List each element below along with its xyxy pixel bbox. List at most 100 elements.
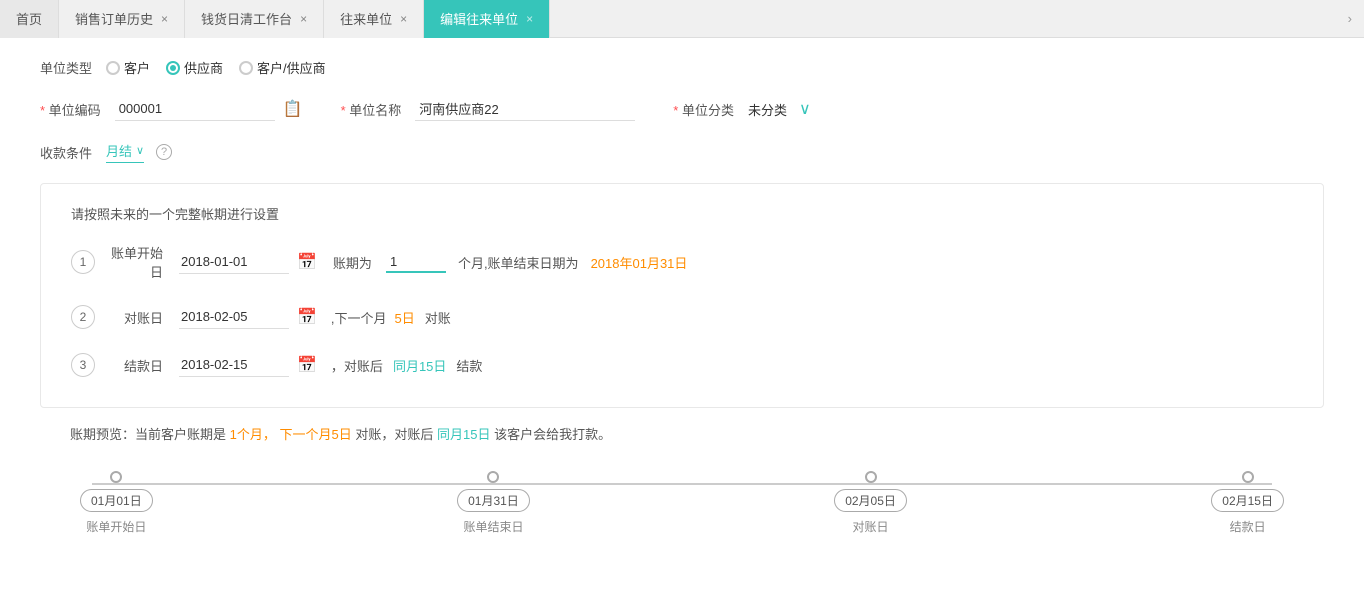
payment-chevron-icon: ∨ bbox=[136, 144, 144, 157]
unit-code-icon[interactable]: 📋 bbox=[283, 99, 303, 119]
radio-supplier[interactable]: 供应商 bbox=[166, 58, 223, 77]
timeline-point-0: 01月01日 账单开始日 bbox=[80, 471, 153, 535]
period-date-2[interactable] bbox=[179, 305, 289, 329]
period-date-3[interactable] bbox=[179, 353, 289, 377]
unit-type-radio-group: 客户 供应商 客户/供应商 bbox=[106, 58, 326, 77]
timeline-dot-1 bbox=[487, 471, 499, 483]
unit-name-label: 单位名称 bbox=[341, 100, 402, 119]
calendar-icon-3[interactable]: 📅 bbox=[297, 355, 317, 375]
unit-name-input[interactable] bbox=[415, 97, 635, 121]
calendar-icon-1[interactable]: 📅 bbox=[297, 252, 317, 272]
period-row3-highlight: 同月15日 bbox=[393, 356, 446, 375]
period-label-2: 对账日 bbox=[103, 308, 163, 327]
period-label-3: 结款日 bbox=[103, 356, 163, 375]
period-row3-before: ，对账后 bbox=[331, 356, 383, 375]
unit-category-label: 单位分类 bbox=[673, 100, 734, 119]
period-months-input[interactable] bbox=[386, 252, 446, 273]
main-content: 单位类型 客户 供应商 客户/供应商 单位编码 📋 单位名称 bbox=[0, 38, 1364, 608]
timeline-label-1: 账单结束日 bbox=[463, 518, 523, 535]
unit-category-group: 单位分类 未分类 ∨ bbox=[673, 99, 810, 119]
unit-code-group: 单位编码 📋 bbox=[40, 97, 303, 121]
unit-type-label: 单位类型 bbox=[40, 58, 92, 77]
tab-partner-label: 往来单位 bbox=[340, 9, 392, 28]
timeline-label-2: 对账日 bbox=[853, 518, 889, 535]
timeline-point-3: 02月15日 结款日 bbox=[1211, 471, 1284, 535]
unit-category-value: 未分类 bbox=[748, 100, 787, 119]
unit-category-chevron[interactable]: ∨ bbox=[799, 99, 811, 119]
period-row3-after: 结款 bbox=[456, 356, 482, 375]
payment-select[interactable]: 月结 ∨ bbox=[106, 141, 144, 163]
tab-partner-close[interactable]: × bbox=[400, 12, 407, 26]
tab-cash-work-label: 钱货日清工作台 bbox=[201, 9, 292, 28]
tab-edit-partner[interactable]: 编辑往来单位 × bbox=[424, 0, 550, 38]
period-label-1: 账单开始日 bbox=[103, 243, 163, 281]
timeline-dot-3 bbox=[1242, 471, 1254, 483]
period-row-2: 2 对账日 📅 ,下一个月 5日 对账 bbox=[71, 305, 1293, 329]
payment-value: 月结 bbox=[106, 141, 132, 160]
radio-supplier-label: 供应商 bbox=[184, 58, 223, 77]
timeline-wrapper: 01月01日 账单开始日 01月31日 账单结束日 02月05日 对账日 02月… bbox=[40, 463, 1324, 535]
period-instruction: 请按照未来的一个完整帐期进行设置 bbox=[71, 204, 1293, 223]
radio-customer-circle bbox=[106, 61, 120, 75]
period-row2-highlight: 5日 bbox=[395, 308, 415, 327]
period-date-1[interactable] bbox=[179, 250, 289, 274]
preview-part2: 下一个月5日 bbox=[280, 427, 352, 442]
timeline-dot-0 bbox=[110, 471, 122, 483]
preview-label: 账期预览：当前客户账期是 bbox=[70, 427, 226, 442]
period-box: 请按照未来的一个完整帐期进行设置 1 账单开始日 📅 账期为 个月,账单结束日期… bbox=[40, 183, 1324, 408]
timeline-badge-0: 01月01日 bbox=[80, 489, 153, 512]
period-num-3: 3 bbox=[71, 353, 95, 377]
period-for-label: 账期为 bbox=[333, 253, 372, 272]
timeline-point-1: 01月31日 账单结束日 bbox=[457, 471, 530, 535]
radio-both-label: 客户/供应商 bbox=[257, 58, 326, 77]
timeline-label-0: 账单开始日 bbox=[86, 518, 146, 535]
timeline-points: 01月01日 账单开始日 01月31日 账单结束日 02月05日 对账日 02月… bbox=[80, 471, 1284, 535]
payment-label: 收款条件 bbox=[40, 143, 92, 162]
tab-edit-partner-label: 编辑往来单位 bbox=[440, 9, 518, 28]
unit-code-input[interactable] bbox=[115, 97, 275, 121]
chevron-right-icon: › bbox=[1348, 11, 1352, 26]
unit-type-row: 单位类型 客户 供应商 客户/供应商 bbox=[40, 58, 1324, 77]
tab-partner[interactable]: 往来单位 × bbox=[324, 0, 424, 38]
period-months-unit: 个月,账单结束日期为 bbox=[458, 253, 579, 272]
timeline-point-2: 02月05日 对账日 bbox=[834, 471, 907, 535]
unit-info-row: 单位编码 📋 单位名称 单位分类 未分类 ∨ bbox=[40, 97, 1324, 121]
tab-edit-partner-close[interactable]: × bbox=[526, 12, 533, 26]
period-num-1: 1 bbox=[71, 250, 95, 274]
unit-name-group: 单位名称 bbox=[341, 97, 636, 121]
timeline-badge-1: 01月31日 bbox=[457, 489, 530, 512]
radio-customer[interactable]: 客户 bbox=[106, 58, 150, 77]
payment-help-icon[interactable]: ? bbox=[156, 144, 172, 160]
tab-more-button[interactable]: › bbox=[1336, 0, 1364, 38]
tab-home-label: 首页 bbox=[16, 9, 42, 28]
tab-cash-work[interactable]: 钱货日清工作台 × bbox=[185, 0, 324, 38]
unit-code-label: 单位编码 bbox=[40, 100, 101, 119]
preview-mid: 对账，对账后 bbox=[355, 427, 433, 442]
timeline-badge-2: 02月05日 bbox=[834, 489, 907, 512]
radio-both-circle bbox=[239, 61, 253, 75]
payment-row: 收款条件 月结 ∨ ? bbox=[40, 141, 1324, 163]
radio-both[interactable]: 客户/供应商 bbox=[239, 58, 326, 77]
tab-sales-history-close[interactable]: × bbox=[161, 12, 168, 26]
preview-section: 账期预览：当前客户账期是 1个月， 下一个月5日 对账，对账后 同月15日 该客… bbox=[40, 424, 1324, 443]
tab-sales-history[interactable]: 销售订单历史 × bbox=[59, 0, 185, 38]
period-end-date: 2018年01月31日 bbox=[591, 253, 688, 272]
period-row2-before: ,下一个月 bbox=[331, 308, 387, 327]
period-row-1: 1 账单开始日 📅 账期为 个月,账单结束日期为 2018年01月31日 bbox=[71, 243, 1293, 281]
tab-cash-work-close[interactable]: × bbox=[300, 12, 307, 26]
timeline-badge-3: 02月15日 bbox=[1211, 489, 1284, 512]
tab-home[interactable]: 首页 bbox=[0, 0, 59, 38]
tab-bar: 首页 销售订单历史 × 钱货日清工作台 × 往来单位 × 编辑往来单位 × › bbox=[0, 0, 1364, 38]
period-num-2: 2 bbox=[71, 305, 95, 329]
tab-sales-history-label: 销售订单历史 bbox=[75, 9, 153, 28]
preview-part3: 同月15日 bbox=[437, 427, 490, 442]
radio-customer-label: 客户 bbox=[124, 58, 150, 77]
preview-end: 该客户会给我打款。 bbox=[494, 427, 611, 442]
period-row2-after: 对账 bbox=[425, 308, 451, 327]
timeline-label-3: 结款日 bbox=[1230, 518, 1266, 535]
period-row-3: 3 结款日 📅 ，对账后 同月15日 结款 bbox=[71, 353, 1293, 377]
preview-part1: 1个月， bbox=[230, 427, 276, 442]
radio-supplier-circle bbox=[166, 61, 180, 75]
calendar-icon-2[interactable]: 📅 bbox=[297, 307, 317, 327]
timeline-dot-2 bbox=[865, 471, 877, 483]
